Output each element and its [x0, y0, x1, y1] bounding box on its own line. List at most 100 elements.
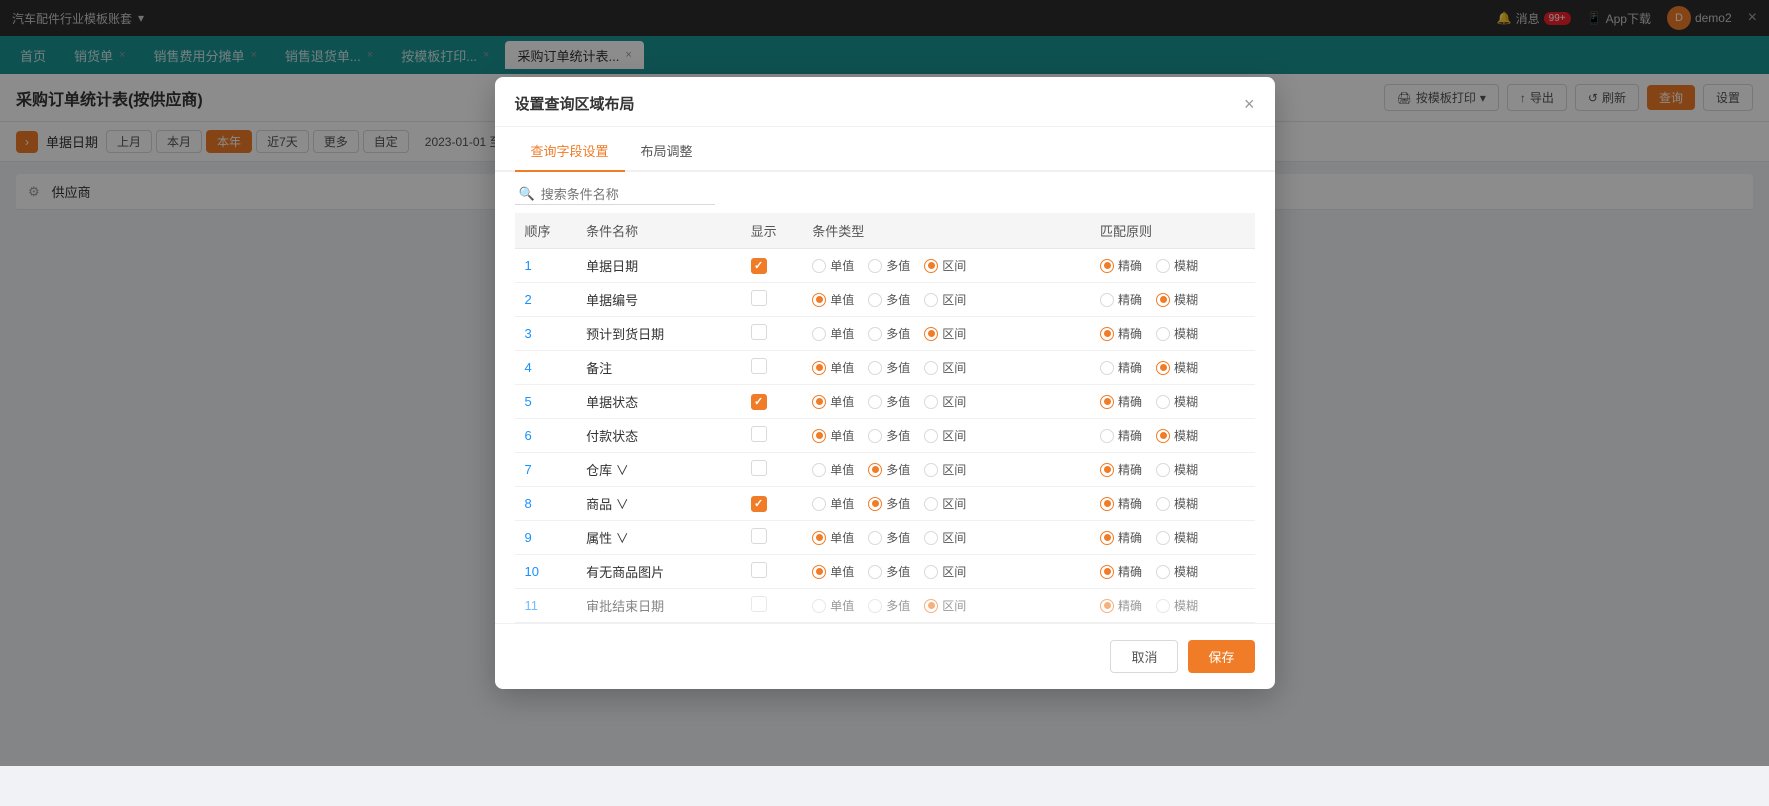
type-radio-group: 单值多值区间 [812, 359, 1080, 376]
cancel-button[interactable]: 取消 [1110, 640, 1178, 673]
type-radio-item[interactable]: 单值 [812, 325, 854, 342]
radio-dot [868, 293, 882, 307]
type-radio-item[interactable]: 单值 [812, 393, 854, 410]
type-radio-item[interactable]: 区间 [924, 359, 966, 376]
display-checkbox[interactable] [751, 426, 767, 442]
type-radio-item[interactable]: 单值 [812, 529, 854, 546]
type-radio-item[interactable]: 多值 [868, 563, 910, 580]
type-radio-item[interactable]: 单值 [812, 291, 854, 308]
principle-radio-item[interactable]: 模糊 [1156, 325, 1198, 342]
type-radio-item[interactable]: 多值 [868, 359, 910, 376]
dialog-search-area: 🔍 [495, 172, 1275, 213]
type-radio-item[interactable]: 多值 [868, 529, 910, 546]
display-checkbox[interactable] [751, 290, 767, 306]
principle-radio-item[interactable]: 模糊 [1156, 291, 1198, 308]
type-radio-item[interactable]: 多值 [868, 257, 910, 274]
cell-condition-name: 预计到货日期 [576, 317, 740, 351]
type-radio-item[interactable]: 区间 [924, 325, 966, 342]
radio-dot [868, 327, 882, 341]
cell-display[interactable] [741, 487, 803, 521]
type-radio-item[interactable]: 多值 [868, 427, 910, 444]
principle-radio-item[interactable]: 精确 [1100, 461, 1142, 478]
dialog-tab-query-fields[interactable]: 查询字段设置 [515, 131, 625, 172]
principle-radio-item[interactable]: 模糊 [1156, 461, 1198, 478]
principle-radio-item[interactable]: 模糊 [1156, 393, 1198, 410]
cell-display[interactable] [741, 521, 803, 555]
principle-radio-item[interactable]: 模糊 [1156, 427, 1198, 444]
type-radio-item[interactable]: 单值 [812, 257, 854, 274]
cell-display[interactable] [741, 317, 803, 351]
col-type: 条件类型 [802, 213, 1090, 249]
type-radio-item[interactable]: 单值 [812, 461, 854, 478]
display-checkbox[interactable] [751, 496, 767, 512]
cell-display[interactable] [741, 385, 803, 419]
principle-radio-item[interactable]: 模糊 [1156, 563, 1198, 580]
type-radio-item[interactable]: 区间 [924, 427, 966, 444]
principle-radio-item[interactable]: 精确 [1100, 257, 1142, 274]
save-button[interactable]: 保存 [1188, 640, 1254, 673]
display-checkbox[interactable] [751, 528, 767, 544]
principle-radio-item[interactable]: 精确 [1100, 359, 1142, 376]
settings-table: 顺序 条件名称 显示 条件类型 匹配原则 1单据日期单值多值区间精确模糊2单据编… [515, 213, 1255, 623]
cell-display[interactable] [741, 419, 803, 453]
principle-radio-item[interactable]: 模糊 [1156, 257, 1198, 274]
display-checkbox[interactable] [751, 324, 767, 340]
cell-match-principle: 精确模糊 [1090, 351, 1254, 385]
type-radio-item[interactable]: 单值 [812, 597, 854, 614]
type-radio-item[interactable]: 多值 [868, 495, 910, 512]
cell-condition-type: 单值多值区间 [802, 385, 1090, 419]
search-input[interactable] [541, 187, 701, 202]
cell-display[interactable] [741, 351, 803, 385]
cell-display[interactable] [741, 453, 803, 487]
principle-radio-item[interactable]: 精确 [1100, 597, 1142, 614]
radio-label: 精确 [1118, 597, 1142, 614]
type-radio-item[interactable]: 区间 [924, 291, 966, 308]
type-radio-item[interactable]: 单值 [812, 495, 854, 512]
type-radio-item[interactable]: 多值 [868, 393, 910, 410]
cell-display[interactable] [741, 589, 803, 623]
principle-radio-item[interactable]: 模糊 [1156, 495, 1198, 512]
radio-label: 精确 [1118, 257, 1142, 274]
type-radio-item[interactable]: 多值 [868, 325, 910, 342]
display-checkbox[interactable] [751, 258, 767, 274]
principle-radio-item[interactable]: 精确 [1100, 529, 1142, 546]
type-radio-item[interactable]: 区间 [924, 597, 966, 614]
type-radio-item[interactable]: 区间 [924, 495, 966, 512]
type-radio-item[interactable]: 区间 [924, 563, 966, 580]
display-checkbox[interactable] [751, 460, 767, 476]
type-radio-item[interactable]: 区间 [924, 529, 966, 546]
radio-dot [1100, 497, 1114, 511]
display-checkbox[interactable] [751, 562, 767, 578]
radio-label: 精确 [1118, 529, 1142, 546]
cell-display[interactable] [741, 555, 803, 589]
principle-radio-item[interactable]: 模糊 [1156, 529, 1198, 546]
display-checkbox[interactable] [751, 596, 767, 612]
principle-radio-item[interactable]: 精确 [1100, 393, 1142, 410]
display-checkbox[interactable] [751, 358, 767, 374]
type-radio-item[interactable]: 单值 [812, 563, 854, 580]
cell-display[interactable] [741, 283, 803, 317]
order-number: 9 [525, 530, 532, 545]
cell-display[interactable] [741, 249, 803, 283]
display-checkbox[interactable] [751, 394, 767, 410]
dialog-tab-layout[interactable]: 布局调整 [625, 131, 709, 172]
principle-radio-item[interactable]: 精确 [1100, 325, 1142, 342]
principle-radio-item[interactable]: 精确 [1100, 291, 1142, 308]
type-radio-item[interactable]: 多值 [868, 597, 910, 614]
type-radio-item[interactable]: 单值 [812, 359, 854, 376]
radio-label: 区间 [942, 291, 966, 308]
type-radio-item[interactable]: 多值 [868, 461, 910, 478]
principle-radio-item[interactable]: 精确 [1100, 495, 1142, 512]
type-radio-item[interactable]: 单值 [812, 427, 854, 444]
type-radio-item[interactable]: 区间 [924, 461, 966, 478]
type-radio-item[interactable]: 区间 [924, 257, 966, 274]
principle-radio-item[interactable]: 模糊 [1156, 597, 1198, 614]
type-radio-item[interactable]: 多值 [868, 291, 910, 308]
table-row: 8商品 ∨单值多值区间精确模糊 [515, 487, 1255, 521]
principle-radio-item[interactable]: 模糊 [1156, 359, 1198, 376]
cell-condition-name: 单据状态 [576, 385, 740, 419]
principle-radio-item[interactable]: 精确 [1100, 563, 1142, 580]
type-radio-item[interactable]: 区间 [924, 393, 966, 410]
principle-radio-item[interactable]: 精确 [1100, 427, 1142, 444]
dialog-close-button[interactable]: × [1244, 95, 1255, 113]
